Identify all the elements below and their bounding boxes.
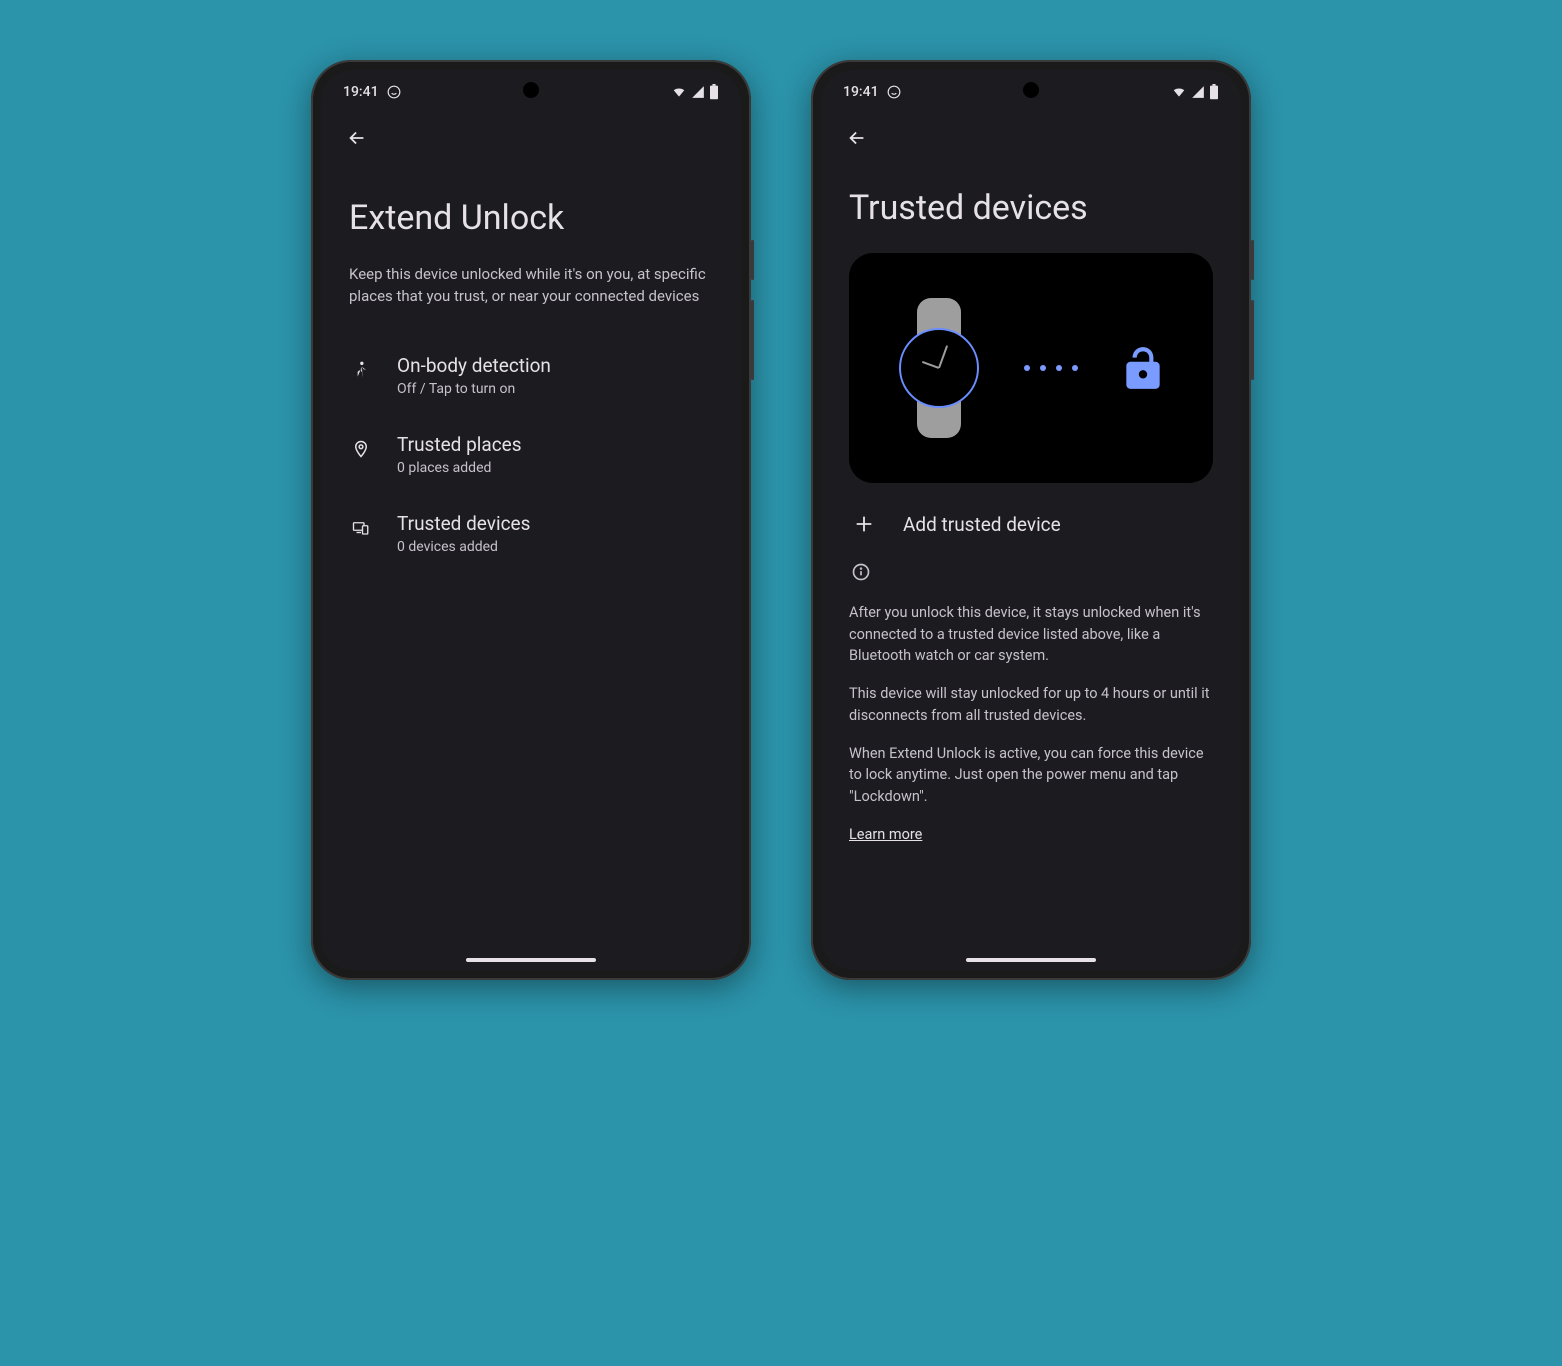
phone-mockup-left: 19:41 Extend Unlock Keep this device unl… xyxy=(311,60,751,980)
status-time: 19:41 xyxy=(843,84,879,100)
illustration-card xyxy=(849,253,1213,483)
arrow-back-icon xyxy=(346,127,368,149)
add-label: Add trusted device xyxy=(903,513,1061,536)
setting-subtitle: 0 devices added xyxy=(397,539,713,555)
signal-icon xyxy=(1191,85,1205,99)
status-app-icon xyxy=(887,85,901,99)
learn-more-link[interactable]: Learn more xyxy=(849,826,922,843)
location-icon xyxy=(349,437,373,461)
add-trusted-device-button[interactable]: Add trusted device xyxy=(849,503,1213,556)
battery-icon xyxy=(1209,84,1219,100)
unlock-icon xyxy=(1118,340,1168,396)
devices-icon xyxy=(349,516,373,540)
arrow-back-icon xyxy=(846,127,868,149)
nav-handle[interactable] xyxy=(966,958,1096,962)
screen-extend-unlock: 19:41 Extend Unlock Keep this device unl… xyxy=(321,70,741,970)
setting-subtitle: 0 places added xyxy=(397,460,713,476)
signal-icon xyxy=(691,85,705,99)
status-bar: 19:41 xyxy=(321,70,741,108)
page-title: Extend Unlock xyxy=(349,198,713,239)
screen-trusted-devices: 19:41 Trusted devices xyxy=(821,70,1241,970)
status-app-icon xyxy=(387,85,401,99)
battery-icon xyxy=(709,84,719,100)
setting-subtitle: Off / Tap to turn on xyxy=(397,381,713,397)
status-time: 19:41 xyxy=(343,84,379,100)
setting-title: Trusted devices xyxy=(397,512,713,535)
watch-icon xyxy=(894,298,984,438)
page-title: Trusted devices xyxy=(849,188,1213,229)
back-button[interactable] xyxy=(337,118,377,158)
setting-title: On-body detection xyxy=(397,354,713,377)
setting-title: Trusted places xyxy=(397,433,713,456)
wifi-icon xyxy=(1171,85,1187,99)
info-paragraph-2: This device will stay unlocked for up to… xyxy=(849,683,1213,727)
page-description: Keep this device unlocked while it's on … xyxy=(349,263,713,308)
nav-handle[interactable] xyxy=(466,958,596,962)
setting-on-body-detection[interactable]: On-body detection Off / Tap to turn on xyxy=(349,336,713,415)
phone-mockup-right: 19:41 Trusted devices xyxy=(811,60,1251,980)
info-paragraph-1: After you unlock this device, it stays u… xyxy=(849,602,1213,667)
status-bar: 19:41 xyxy=(821,70,1241,108)
info-paragraph-3: When Extend Unlock is active, you can fo… xyxy=(849,743,1213,808)
connection-dots-icon xyxy=(1024,365,1078,371)
setting-trusted-devices[interactable]: Trusted devices 0 devices added xyxy=(349,494,713,573)
info-icon xyxy=(851,562,1213,586)
plus-icon xyxy=(853,513,875,535)
wifi-icon xyxy=(671,85,687,99)
walking-icon xyxy=(349,358,373,382)
setting-trusted-places[interactable]: Trusted places 0 places added xyxy=(349,415,713,494)
back-button[interactable] xyxy=(837,118,877,158)
